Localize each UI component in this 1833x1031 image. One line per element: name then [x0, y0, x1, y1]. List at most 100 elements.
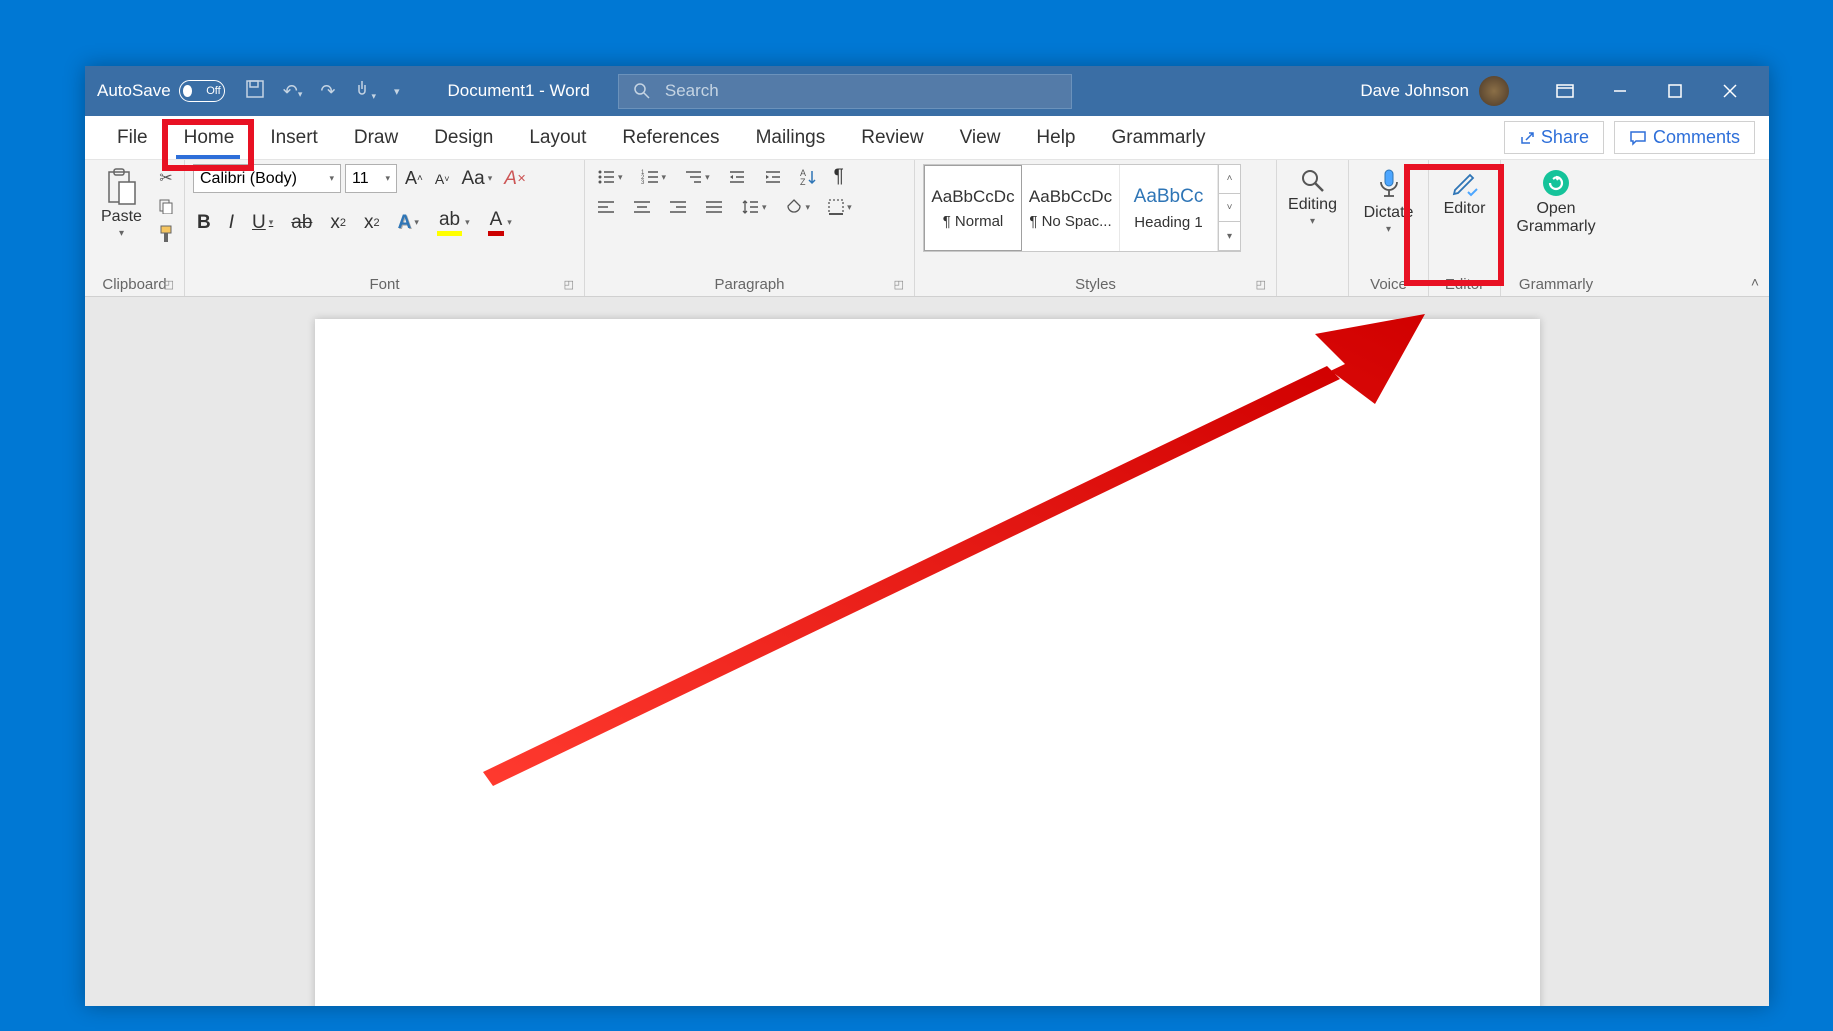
paragraph-group-label: Paragraph	[714, 276, 784, 293]
touch-mode-icon[interactable]: ▾	[353, 79, 376, 104]
font-color-button[interactable]: A▾	[484, 207, 516, 238]
maximize-icon[interactable]	[1647, 66, 1702, 116]
tab-layout[interactable]: Layout	[511, 116, 604, 159]
redo-icon[interactable]: ↷	[320, 81, 335, 102]
ribbon-display-icon[interactable]	[1537, 66, 1592, 116]
align-center-button[interactable]	[629, 198, 655, 216]
dialog-launcher-icon[interactable]: ◰	[164, 278, 174, 291]
paste-icon	[105, 168, 137, 206]
titlebar-right: Dave Johnson	[1360, 66, 1757, 116]
word-window: AutoSave Off ↶▾ ↷ ▾ ▾ Document1 - Word D…	[85, 66, 1769, 1006]
editing-button[interactable]: Editing ▾	[1280, 164, 1345, 231]
increase-indent-button[interactable]	[760, 167, 786, 187]
save-icon[interactable]	[245, 79, 265, 104]
svg-text:3: 3	[641, 180, 645, 185]
text-effects-button[interactable]: A▾	[394, 210, 423, 236]
paste-button[interactable]: Paste ▾	[93, 164, 150, 243]
font-size-combo[interactable]: 11▾	[345, 164, 397, 193]
chevron-down-icon: ▾	[1310, 216, 1315, 227]
group-grammarly: Open Grammarly Grammarly	[1501, 160, 1611, 296]
highlight-button[interactable]: ab▾	[433, 207, 474, 238]
gallery-up-icon[interactable]: ˄	[1219, 165, 1240, 194]
align-right-button[interactable]	[665, 198, 691, 216]
change-case-button[interactable]: Aa▾	[457, 166, 496, 192]
subscript-button[interactable]: x2	[326, 210, 350, 236]
tab-review[interactable]: Review	[843, 116, 941, 159]
style-preview: AaBbCc	[1134, 186, 1204, 208]
decrease-indent-button[interactable]	[724, 167, 750, 187]
italic-button[interactable]: I	[225, 210, 238, 236]
line-spacing-button[interactable]: ▾	[737, 197, 771, 217]
font-name-value: Calibri (Body)	[200, 170, 297, 188]
multilevel-list-button[interactable]: ▾	[680, 167, 714, 187]
dialog-launcher-icon[interactable]: ◰	[894, 278, 904, 291]
search-box[interactable]	[618, 74, 1072, 109]
group-paragraph: ▾ 123▾ ▾ AZ ¶ ▾ ▾ ▾ Para	[585, 160, 915, 296]
tab-insert[interactable]: Insert	[252, 116, 336, 159]
titlebar: AutoSave Off ↶▾ ↷ ▾ ▾ Document1 - Word D…	[85, 66, 1769, 116]
chevron-down-icon: ▾	[1386, 224, 1391, 235]
strikethrough-button[interactable]: ab	[287, 210, 316, 236]
copy-icon[interactable]	[156, 196, 176, 216]
editor-icon	[1450, 168, 1480, 198]
tab-home[interactable]: Home	[166, 116, 253, 159]
style-heading1[interactable]: AaBbCc Heading 1	[1120, 165, 1218, 251]
tab-file[interactable]: File	[99, 116, 166, 159]
tab-help[interactable]: Help	[1018, 116, 1093, 159]
bullets-button[interactable]: ▾	[593, 167, 627, 187]
tab-design[interactable]: Design	[416, 116, 511, 159]
sort-button[interactable]: AZ	[796, 166, 820, 188]
underline-button[interactable]: U▾	[248, 210, 277, 236]
superscript-button[interactable]: x2	[360, 210, 384, 236]
tab-mailings[interactable]: Mailings	[738, 116, 844, 159]
font-group-label: Font	[369, 276, 399, 293]
page[interactable]	[315, 319, 1540, 1006]
tab-grammarly[interactable]: Grammarly	[1094, 116, 1224, 159]
toggle-switch[interactable]: Off	[179, 80, 225, 102]
share-button[interactable]: Share	[1504, 121, 1604, 154]
shrink-font-button[interactable]: A˅	[431, 169, 454, 189]
clear-formatting-button[interactable]: A✕	[500, 166, 530, 192]
gallery-more-icon[interactable]: ▾	[1219, 222, 1240, 251]
dictate-button[interactable]: Dictate ▾	[1356, 164, 1422, 239]
justify-button[interactable]	[701, 198, 727, 216]
collapse-ribbon-icon[interactable]: ˄	[1751, 274, 1759, 290]
comments-icon	[1629, 130, 1647, 146]
editor-button[interactable]: Editor	[1436, 164, 1494, 222]
gallery-scroll: ˄ ˅ ▾	[1218, 165, 1240, 251]
gallery-down-icon[interactable]: ˅	[1219, 194, 1240, 223]
group-editor: Editor Editor	[1429, 160, 1501, 296]
tab-view[interactable]: View	[942, 116, 1019, 159]
style-no-spacing[interactable]: AaBbCcDc ¶ No Spac...	[1022, 165, 1120, 251]
font-size-value: 11	[352, 170, 369, 188]
grow-font-button[interactable]: A˄	[401, 166, 427, 191]
dialog-launcher-icon[interactable]: ◰	[1256, 278, 1266, 291]
editing-label: Editing	[1288, 196, 1337, 214]
qat-customize-icon[interactable]: ▾	[394, 85, 400, 98]
quick-access-toolbar: ↶▾ ↷ ▾ ▾	[245, 79, 400, 104]
styles-gallery[interactable]: AaBbCcDc ¶ Normal AaBbCcDc ¶ No Spac... …	[923, 164, 1241, 252]
font-name-combo[interactable]: Calibri (Body)▾	[193, 164, 341, 193]
minimize-icon[interactable]	[1592, 66, 1647, 116]
align-left-button[interactable]	[593, 198, 619, 216]
dialog-launcher-icon[interactable]: ◰	[564, 278, 574, 291]
autosave-toggle[interactable]: AutoSave Off	[97, 80, 225, 102]
search-input[interactable]	[665, 81, 1057, 101]
style-normal[interactable]: AaBbCcDc ¶ Normal	[924, 165, 1022, 251]
tab-draw[interactable]: Draw	[336, 116, 416, 159]
tab-references[interactable]: References	[604, 116, 737, 159]
show-marks-button[interactable]: ¶	[830, 164, 848, 190]
shading-button[interactable]: ▾	[781, 196, 815, 218]
avatar[interactable]	[1479, 76, 1509, 106]
open-grammarly-button[interactable]: Open Grammarly	[1508, 164, 1603, 241]
undo-icon[interactable]: ↶▾	[283, 81, 303, 102]
borders-button[interactable]: ▾	[824, 197, 856, 217]
numbering-button[interactable]: 123▾	[637, 167, 671, 187]
bold-button[interactable]: B	[193, 210, 215, 236]
close-icon[interactable]	[1702, 66, 1757, 116]
username[interactable]: Dave Johnson	[1360, 81, 1469, 101]
format-painter-icon[interactable]	[156, 224, 176, 244]
comments-button[interactable]: Comments	[1614, 121, 1755, 154]
dictate-label: Dictate	[1364, 204, 1414, 222]
cut-icon[interactable]: ✂	[156, 168, 176, 188]
